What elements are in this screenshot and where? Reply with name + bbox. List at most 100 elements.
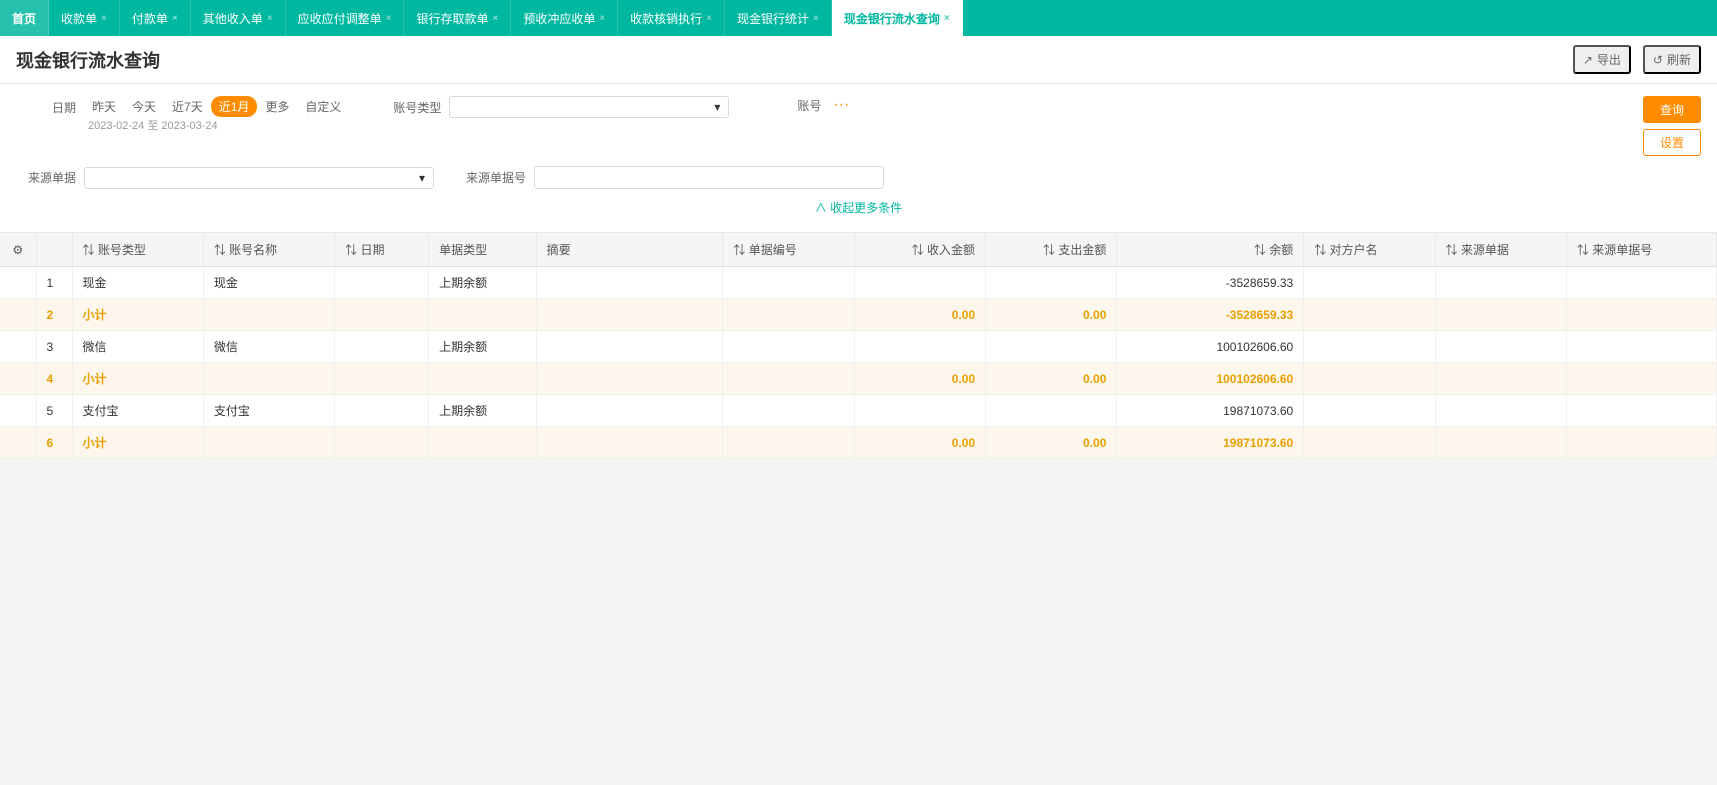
cell-counterparty bbox=[1304, 395, 1435, 427]
close-icon[interactable]: × bbox=[944, 13, 950, 24]
cell-date bbox=[335, 299, 429, 331]
date-option-more[interactable]: 更多 bbox=[257, 96, 297, 117]
cell-index: 4 bbox=[36, 363, 72, 395]
cell-balance: 100102606.60 bbox=[1117, 331, 1304, 363]
cell-source-doc bbox=[1435, 267, 1566, 299]
cell-doc-type bbox=[429, 427, 536, 459]
close-icon[interactable]: × bbox=[813, 13, 819, 24]
source-doc-label: 来源单据 bbox=[16, 169, 76, 186]
date-option-1month[interactable]: 近1月 bbox=[211, 96, 258, 117]
close-icon[interactable]: × bbox=[267, 13, 273, 24]
nav-tab-bank-deposit[interactable]: 银行存取款单 × bbox=[404, 0, 511, 36]
cell-counterparty bbox=[1304, 267, 1435, 299]
cell-income bbox=[854, 395, 985, 427]
action-buttons: 查询 设置 bbox=[1643, 96, 1701, 156]
close-icon[interactable]: × bbox=[706, 13, 712, 24]
cell-balance: 19871073.60 bbox=[1117, 427, 1304, 459]
date-range-display: 2023-02-24 至 2023-03-24 bbox=[88, 117, 349, 133]
cell-index: 1 bbox=[36, 267, 72, 299]
close-icon[interactable]: × bbox=[386, 13, 392, 24]
cell-doc-type: 上期余额 bbox=[429, 395, 536, 427]
chevron-down-icon: ▾ bbox=[419, 171, 425, 185]
page-header: 现金银行流水查询 ↗ 导出 ↺ 刷新 bbox=[0, 36, 1717, 84]
cell-counterparty bbox=[1304, 299, 1435, 331]
cell-account-name bbox=[203, 299, 334, 331]
column-expense[interactable]: ⇅ 支出金额 bbox=[986, 233, 1117, 267]
nav-tab-receipts[interactable]: 收款单 × bbox=[49, 0, 120, 36]
cell-doc-no bbox=[723, 299, 854, 331]
table-row: 4小计0.000.00100102606.60 bbox=[0, 363, 1717, 395]
date-option-today[interactable]: 今天 bbox=[124, 96, 164, 117]
cell-index: 5 bbox=[36, 395, 72, 427]
cell-expense bbox=[986, 395, 1117, 427]
cell-expense: 0.00 bbox=[986, 299, 1117, 331]
table-container: ⚙ ⇅ 账号类型 ⇅ 账号名称 ⇅ 日期 单据类型 摘要 ⇅ 单据编号 bbox=[0, 233, 1717, 459]
cell-expense: 0.00 bbox=[986, 427, 1117, 459]
table-row: 6小计0.000.0019871073.60 bbox=[0, 427, 1717, 459]
column-doc-no[interactable]: ⇅ 单据编号 bbox=[723, 233, 854, 267]
cell-account-type: 支付宝 bbox=[72, 395, 203, 427]
collapse-icon: ∧ bbox=[815, 201, 827, 215]
account-type-label: 账号类型 bbox=[381, 99, 441, 116]
close-icon[interactable]: × bbox=[492, 13, 498, 24]
close-icon[interactable]: × bbox=[101, 13, 107, 24]
column-index bbox=[36, 233, 72, 267]
collapse-bar[interactable]: ∧ 收起更多条件 bbox=[16, 195, 1701, 220]
column-date[interactable]: ⇅ 日期 bbox=[335, 233, 429, 267]
cell-source-doc-no bbox=[1566, 267, 1716, 299]
cell-summary bbox=[536, 299, 723, 331]
gear-icon[interactable]: ⚙ bbox=[12, 243, 23, 257]
column-gear[interactable]: ⚙ bbox=[0, 233, 36, 267]
nav-tab-ar-adjust[interactable]: 应收应付调整单 × bbox=[286, 0, 405, 36]
cell-balance: 19871073.60 bbox=[1117, 395, 1304, 427]
nav-tab-other-income[interactable]: 其他收入单 × bbox=[191, 0, 286, 36]
nav-tab-collection-exec[interactable]: 收款核销执行 × bbox=[618, 0, 725, 36]
column-account-type[interactable]: ⇅ 账号类型 bbox=[72, 233, 203, 267]
refresh-icon: ↺ bbox=[1653, 53, 1663, 67]
nav-tab-cash-bank-stats[interactable]: 现金银行统计 × bbox=[725, 0, 832, 36]
source-doc-select[interactable]: ▾ bbox=[84, 167, 434, 189]
column-counterparty[interactable]: ⇅ 对方户名 bbox=[1304, 233, 1435, 267]
cell-account-type: 现金 bbox=[72, 267, 203, 299]
data-table: ⚙ ⇅ 账号类型 ⇅ 账号名称 ⇅ 日期 单据类型 摘要 ⇅ 单据编号 bbox=[0, 233, 1717, 459]
query-button[interactable]: 查询 bbox=[1643, 96, 1701, 123]
date-option-custom[interactable]: 自定义 bbox=[297, 96, 349, 117]
cell-summary bbox=[536, 395, 723, 427]
column-source-doc[interactable]: ⇅ 来源单据 bbox=[1435, 233, 1566, 267]
cell-doc-no bbox=[723, 427, 854, 459]
close-icon[interactable]: × bbox=[172, 13, 178, 24]
cell-source-doc-no bbox=[1566, 427, 1716, 459]
source-doc-num-input[interactable] bbox=[534, 166, 884, 189]
cell-balance: -3528659.33 bbox=[1117, 267, 1304, 299]
date-option-yesterday[interactable]: 昨天 bbox=[84, 96, 124, 117]
table-row: 3微信微信上期余额100102606.60 bbox=[0, 331, 1717, 363]
column-income[interactable]: ⇅ 收入金额 bbox=[854, 233, 985, 267]
nav-tab-payments[interactable]: 付款单 × bbox=[120, 0, 191, 36]
column-balance[interactable]: ⇅ 余额 bbox=[1117, 233, 1304, 267]
cell-doc-no bbox=[723, 267, 854, 299]
refresh-button[interactable]: ↺ 刷新 bbox=[1643, 45, 1701, 74]
cell-doc-type bbox=[429, 363, 536, 395]
export-button[interactable]: ↗ 导出 bbox=[1573, 45, 1631, 74]
cell-doc-type: 上期余额 bbox=[429, 331, 536, 363]
nav-tab-pre-charge[interactable]: 预收冲应收单 × bbox=[511, 0, 618, 36]
nav-tab-cash-bank-flow[interactable]: 现金银行流水查询 × bbox=[832, 0, 963, 36]
cell-account-type: 小计 bbox=[72, 363, 203, 395]
cell-summary bbox=[536, 427, 723, 459]
cell-source-doc bbox=[1435, 395, 1566, 427]
cell-balance: 100102606.60 bbox=[1117, 363, 1304, 395]
column-account-name[interactable]: ⇅ 账号名称 bbox=[203, 233, 334, 267]
settings-button[interactable]: 设置 bbox=[1643, 129, 1701, 156]
account-num-dots[interactable]: ··· bbox=[829, 96, 853, 114]
cell-income bbox=[854, 267, 985, 299]
cell-gear bbox=[0, 363, 36, 395]
account-type-select[interactable]: ▾ bbox=[449, 96, 729, 118]
account-num-label: 账号 bbox=[761, 97, 821, 114]
column-source-doc-no[interactable]: ⇅ 来源单据号 bbox=[1566, 233, 1716, 267]
close-icon[interactable]: × bbox=[599, 13, 605, 24]
cell-summary bbox=[536, 363, 723, 395]
date-option-7days[interactable]: 近7天 bbox=[164, 96, 211, 117]
table-row: 5支付宝支付宝上期余额19871073.60 bbox=[0, 395, 1717, 427]
nav-tab-home[interactable]: 首页 bbox=[0, 0, 49, 36]
cell-doc-no bbox=[723, 395, 854, 427]
